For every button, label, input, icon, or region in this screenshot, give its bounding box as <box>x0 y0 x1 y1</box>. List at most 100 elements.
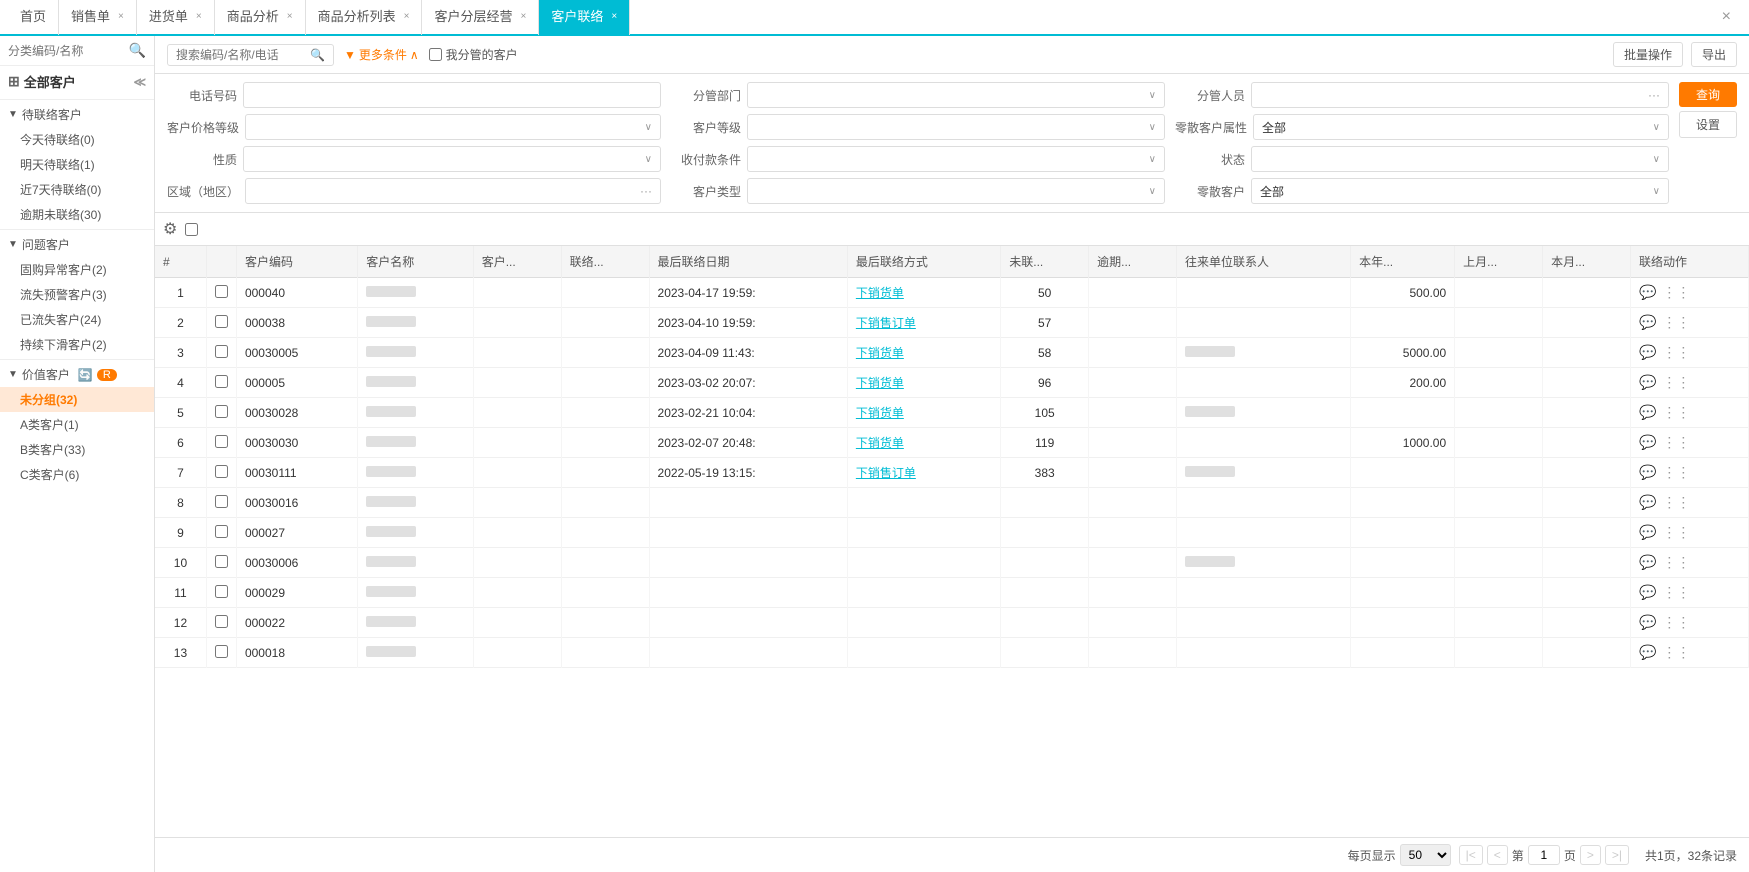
cell-checkbox[interactable] <box>206 368 236 398</box>
batch-operation-btn[interactable]: 批量操作 <box>1613 42 1683 67</box>
search-icon[interactable]: 🔍 <box>310 48 325 62</box>
more-action-icon[interactable]: ⋮⋮ <box>1662 494 1690 511</box>
price-level-select[interactable]: ∨ <box>245 114 661 140</box>
sidebar-search-icon[interactable]: 🔍 <box>129 42 146 59</box>
sidebar-group-pending[interactable]: ▼ 待联络客户 <box>0 102 154 127</box>
cell-checkbox[interactable] <box>206 608 236 638</box>
sidebar-item-churn-warning[interactable]: 流失预警客户(3) <box>0 282 154 307</box>
chat-icon[interactable]: 💬 <box>1639 344 1656 361</box>
sparse-customer-select[interactable]: 全部 ∨ <box>1251 178 1669 204</box>
sidebar-item-churned[interactable]: 已流失客户(24) <box>0 307 154 332</box>
chat-icon[interactable]: 💬 <box>1639 554 1656 571</box>
export-btn[interactable]: 导出 <box>1691 42 1737 67</box>
sidebar-item-abnormal[interactable]: 固购异常客户(2) <box>0 257 154 282</box>
chat-icon[interactable]: 💬 <box>1639 494 1656 511</box>
collapse-sidebar-icon[interactable]: ≪ <box>133 75 146 89</box>
sidebar-item-declining[interactable]: 持续下滑客户(2) <box>0 332 154 357</box>
phone-input[interactable] <box>243 82 661 108</box>
sync-icon[interactable]: 🔄 <box>78 368 93 382</box>
last-page-btn[interactable]: >| <box>1605 845 1629 865</box>
chat-icon[interactable]: 💬 <box>1639 614 1656 631</box>
cell-last-method[interactable]: 下销售订单 <box>847 308 1000 338</box>
contact-method-link[interactable]: 下销货单 <box>856 376 904 390</box>
query-btn[interactable]: 查询 <box>1679 82 1737 107</box>
dept-select[interactable]: ∨ <box>747 82 1165 108</box>
contact-method-link[interactable]: 下销货单 <box>856 406 904 420</box>
prev-page-btn[interactable]: < <box>1487 845 1508 865</box>
more-action-icon[interactable]: ⋮⋮ <box>1662 374 1690 391</box>
region-input[interactable]: ··· <box>245 178 661 204</box>
sidebar-group-problem[interactable]: ▼ 问题客户 <box>0 232 154 257</box>
more-conditions-btn[interactable]: ▼ 更多条件 ∧ <box>344 46 419 63</box>
chat-icon[interactable]: 💬 <box>1639 434 1656 451</box>
chat-icon[interactable]: 💬 <box>1639 644 1656 661</box>
cell-checkbox[interactable] <box>206 338 236 368</box>
close-purchase-icon[interactable]: × <box>196 0 202 35</box>
cell-checkbox[interactable] <box>206 458 236 488</box>
cell-checkbox[interactable] <box>206 578 236 608</box>
tab-purchase[interactable]: 进货单 × <box>137 0 215 35</box>
status-select[interactable]: ∨ <box>1251 146 1669 172</box>
sidebar-all-customers[interactable]: ⊞ 全部客户 ≪ <box>0 66 154 97</box>
chat-icon[interactable]: 💬 <box>1639 464 1656 481</box>
more-action-icon[interactable]: ⋮⋮ <box>1662 614 1690 631</box>
more-action-icon[interactable]: ⋮⋮ <box>1662 464 1690 481</box>
next-page-btn[interactable]: > <box>1580 845 1601 865</box>
sidebar-item-today-pending[interactable]: 今天待联络(0) <box>0 127 154 152</box>
reset-btn[interactable]: 设置 <box>1679 111 1737 138</box>
tab-product-analysis-list[interactable]: 商品分析列表 × <box>306 0 423 35</box>
contact-method-link[interactable]: 下销货单 <box>856 346 904 360</box>
col-last-date[interactable]: 最后联络日期 <box>649 246 847 278</box>
contact-method-link[interactable]: 下销货单 <box>856 286 904 300</box>
my-customers-check[interactable] <box>429 48 442 61</box>
more-action-icon[interactable]: ⋮⋮ <box>1662 524 1690 541</box>
sidebar-item-a-customers[interactable]: A类客户(1) <box>0 412 154 437</box>
more-action-icon[interactable]: ⋮⋮ <box>1662 404 1690 421</box>
col-code[interactable]: 客户编码 <box>236 246 357 278</box>
more-action-icon[interactable]: ⋮⋮ <box>1662 554 1690 571</box>
cell-checkbox[interactable] <box>206 638 236 668</box>
cell-checkbox[interactable] <box>206 518 236 548</box>
payment-select[interactable]: ∨ <box>747 146 1165 172</box>
more-action-icon[interactable]: ⋮⋮ <box>1662 284 1690 301</box>
cell-checkbox[interactable] <box>206 308 236 338</box>
cell-checkbox[interactable] <box>206 548 236 578</box>
cell-last-method[interactable]: 下销货单 <box>847 278 1000 308</box>
close-sales-icon[interactable]: × <box>118 0 124 35</box>
col-no-contact[interactable]: 未联... <box>1001 246 1089 278</box>
sidebar-item-ungroup[interactable]: 未分组(32) <box>0 387 154 412</box>
search-input[interactable] <box>176 48 306 62</box>
page-size-select[interactable]: 50 100 200 <box>1400 844 1451 866</box>
chat-icon[interactable]: 💬 <box>1639 524 1656 541</box>
nature-select[interactable]: ∨ <box>243 146 661 172</box>
chat-icon[interactable]: 💬 <box>1639 284 1656 301</box>
sidebar-group-value[interactable]: ▼ 价值客户 🔄 R <box>0 362 154 387</box>
manager-input[interactable]: ··· <box>1251 82 1669 108</box>
sidebar-item-c-customers[interactable]: C类客户(6) <box>0 462 154 487</box>
customer-type-select[interactable]: ∨ <box>747 178 1165 204</box>
close-product-analysis-icon[interactable]: × <box>287 0 293 35</box>
tab-sales[interactable]: 销售单 × <box>59 0 137 35</box>
sidebar-item-tomorrow-pending[interactable]: 明天待联络(1) <box>0 152 154 177</box>
cell-last-method[interactable]: 下销货单 <box>847 368 1000 398</box>
sidebar-item-b-customers[interactable]: B类客户(33) <box>0 437 154 462</box>
tab-product-analysis[interactable]: 商品分析 × <box>215 0 306 35</box>
chat-icon[interactable]: 💬 <box>1639 584 1656 601</box>
close-customer-segment-icon[interactable]: × <box>520 0 526 35</box>
sidebar-item-7days-pending[interactable]: 近7天待联络(0) <box>0 177 154 202</box>
chat-icon[interactable]: 💬 <box>1639 374 1656 391</box>
cell-last-method[interactable]: 下销货单 <box>847 428 1000 458</box>
cell-checkbox[interactable] <box>206 428 236 458</box>
more-action-icon[interactable]: ⋮⋮ <box>1662 314 1690 331</box>
cell-last-method[interactable]: 下销售订单 <box>847 458 1000 488</box>
tab-home[interactable]: 首页 <box>8 0 59 35</box>
customer-level-select[interactable]: ∨ <box>747 114 1165 140</box>
tab-customer-contact[interactable]: 客户联络 × <box>539 0 630 35</box>
close-customer-contact-icon[interactable]: × <box>611 0 617 35</box>
cell-last-method[interactable]: 下销货单 <box>847 338 1000 368</box>
more-action-icon[interactable]: ⋮⋮ <box>1662 644 1690 661</box>
table-settings-icon[interactable]: ⚙ <box>163 219 177 239</box>
contact-method-link[interactable]: 下销售订单 <box>856 316 916 330</box>
sidebar-search-input[interactable] <box>8 44 125 58</box>
tab-customer-segment[interactable]: 客户分层经营 × <box>422 0 539 35</box>
